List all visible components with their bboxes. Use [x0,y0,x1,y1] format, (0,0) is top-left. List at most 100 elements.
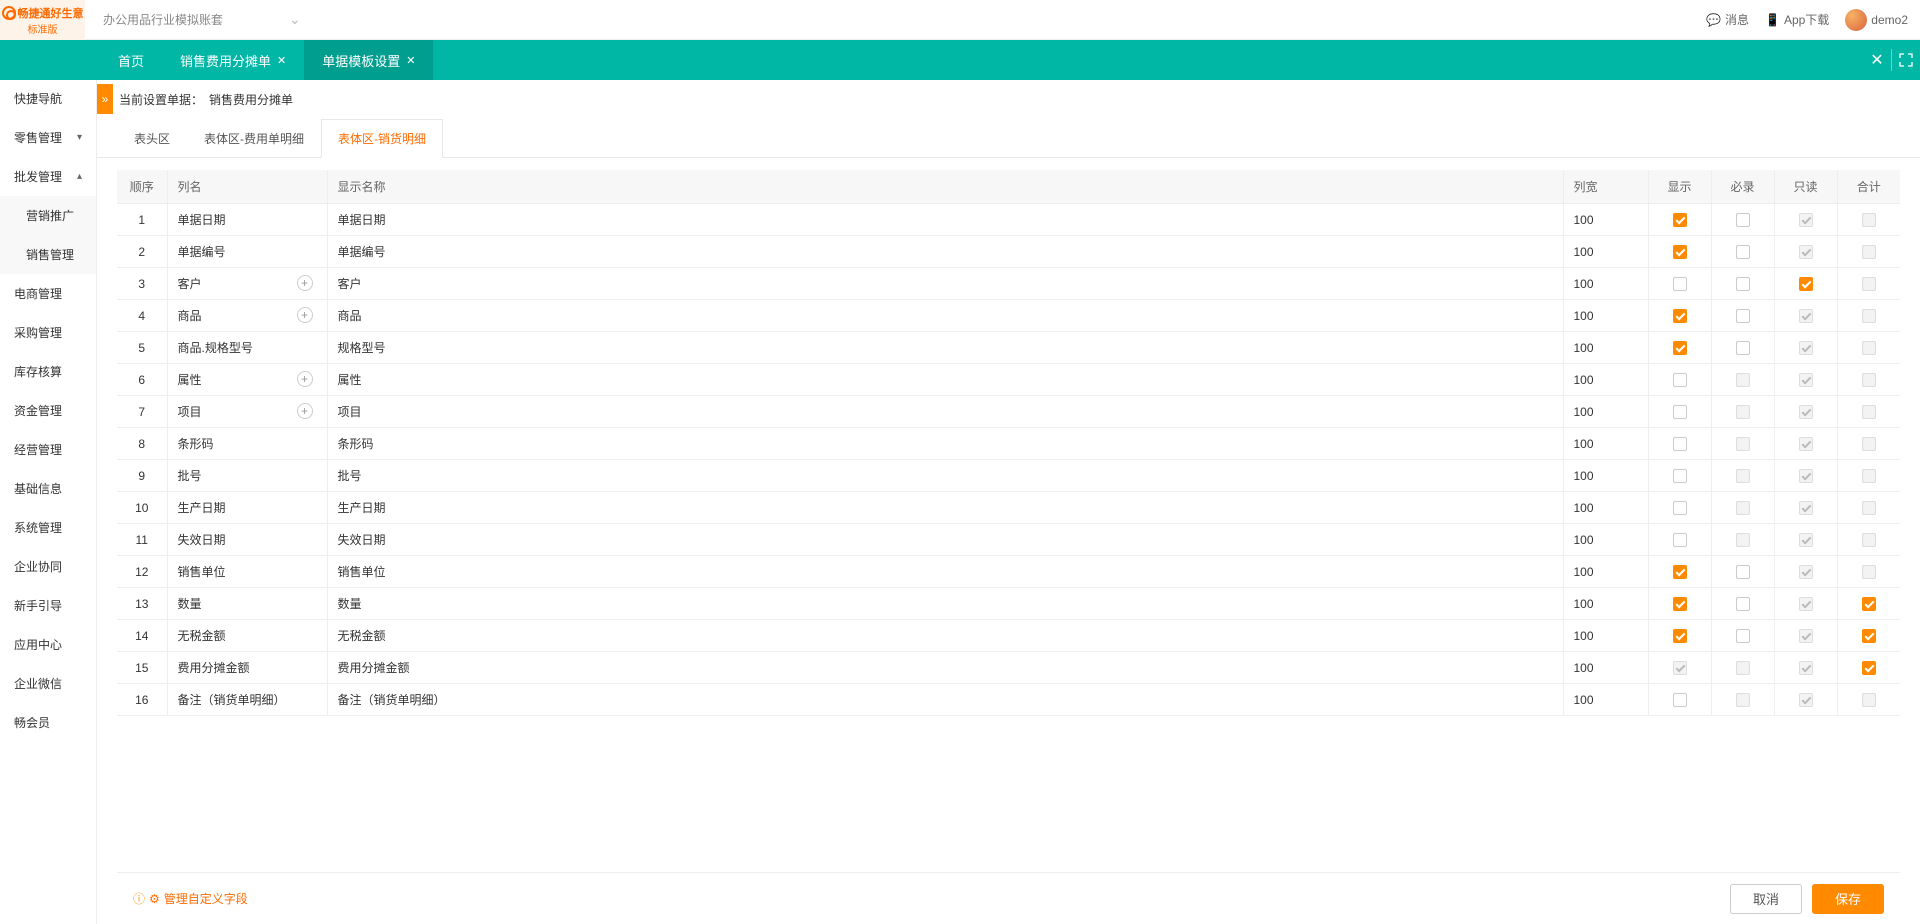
checkbox-show[interactable] [1673,373,1687,387]
cell-display-name[interactable]: 备注（销货单明细） [327,684,1563,716]
save-button[interactable]: 保存 [1812,884,1884,914]
checkbox-sum[interactable] [1862,629,1876,643]
sidebar-item-system[interactable]: 系统管理 [0,508,96,547]
cell-width[interactable]: 100 [1563,236,1648,268]
checkbox-sum[interactable] [1862,661,1876,675]
sidebar-item-operate[interactable]: 经营管理 [0,430,96,469]
checkbox-required[interactable] [1736,341,1750,355]
cell-display-name[interactable]: 属性 [327,364,1563,396]
checkbox-sum[interactable] [1862,597,1876,611]
sidebar-item-wxcorp[interactable]: 企业微信 [0,664,96,703]
messages-button[interactable]: 💬 消息 [1706,11,1749,28]
close-icon[interactable]: ✕ [406,54,415,67]
tab-sales-cost-allot[interactable]: 销售费用分摊单✕ [162,40,304,80]
cell-display-name[interactable]: 单据编号 [327,236,1563,268]
cell-display-name[interactable]: 单据日期 [327,204,1563,236]
sidebar-item-quicknav[interactable]: 快捷导航 [0,79,96,118]
cell-display-name[interactable]: 项目 [327,396,1563,428]
checkbox-required[interactable] [1736,213,1750,227]
checkbox-required[interactable] [1736,277,1750,291]
checkbox-required[interactable] [1736,309,1750,323]
checkbox-readonly[interactable] [1799,277,1813,291]
expand-icon[interactable]: + [297,307,313,323]
cell-display-name[interactable]: 无税金额 [327,620,1563,652]
subtab-sales-detail[interactable]: 表体区-销货明细 [321,119,443,158]
checkbox-required[interactable] [1736,629,1750,643]
sidebar-item-fund[interactable]: 资金管理 [0,391,96,430]
cell-col: 销售单位 [167,556,327,588]
collapse-toggle[interactable]: » [97,84,113,114]
cell-width[interactable]: 100 [1563,268,1648,300]
tab-home[interactable]: 首页 [100,40,162,80]
sidebar-item-corp[interactable]: 企业协同 [0,547,96,586]
checkbox-show[interactable] [1673,693,1687,707]
sidebar-item-ecom[interactable]: 电商管理 [0,274,96,313]
checkbox-show[interactable] [1673,565,1687,579]
cell-width[interactable]: 100 [1563,364,1648,396]
checkbox-show[interactable] [1673,341,1687,355]
sidebar-subitem-sales[interactable]: 销售管理 [0,235,96,274]
subtab-header-area[interactable]: 表头区 [117,119,187,158]
fullscreen-button[interactable] [1892,40,1920,80]
cell-display-name[interactable]: 失效日期 [327,524,1563,556]
cell-width[interactable]: 100 [1563,556,1648,588]
checkbox-show[interactable] [1673,469,1687,483]
cell-width[interactable]: 100 [1563,460,1648,492]
checkbox-show[interactable] [1673,309,1687,323]
cell-width[interactable]: 100 [1563,492,1648,524]
sidebar-subitem-marketing[interactable]: 营销推广 [0,196,96,235]
app-download-button[interactable]: 📱 App下载 [1765,11,1829,28]
checkbox-required[interactable] [1736,245,1750,259]
sidebar-item-purchase[interactable]: 采购管理 [0,313,96,352]
cell-width[interactable]: 100 [1563,524,1648,556]
checkbox-show[interactable] [1673,533,1687,547]
tab-template-settings[interactable]: 单据模板设置✕ [304,40,433,80]
close-all-tabs-button[interactable]: ✕ [1863,40,1891,80]
cell-width[interactable]: 100 [1563,300,1648,332]
checkbox-required[interactable] [1736,597,1750,611]
cancel-button[interactable]: 取消 [1730,884,1802,914]
checkbox-required[interactable] [1736,565,1750,579]
cell-width[interactable]: 100 [1563,684,1648,716]
expand-icon[interactable]: + [297,371,313,387]
sidebar-item-wholesale[interactable]: 批发管理▴ [0,157,96,196]
account-set-selector[interactable]: 办公用品行业模拟账套 ⌄ [103,11,301,28]
checkbox-show[interactable] [1673,597,1687,611]
cell-width[interactable]: 100 [1563,652,1648,684]
cell-width[interactable]: 100 [1563,428,1648,460]
cell-width[interactable]: 100 [1563,620,1648,652]
sidebar-item-stock[interactable]: 库存核算 [0,352,96,391]
sidebar-item-retail[interactable]: 零售管理▾ [0,118,96,157]
cell-display-name[interactable]: 销售单位 [327,556,1563,588]
subtab-fee-detail[interactable]: 表体区-费用单明细 [187,119,321,158]
sidebar-item-member[interactable]: 畅会员 [0,703,96,742]
manage-custom-fields-link[interactable]: ⓘ ⚙ 管理自定义字段 [133,890,248,907]
checkbox-show[interactable] [1673,277,1687,291]
user-menu[interactable]: demo2 [1845,9,1908,31]
cell-display-name[interactable]: 条形码 [327,428,1563,460]
checkbox-show[interactable] [1673,213,1687,227]
sidebar-item-guide[interactable]: 新手引导 [0,586,96,625]
checkbox-show[interactable] [1673,629,1687,643]
cell-display-name[interactable]: 批号 [327,460,1563,492]
checkbox-show[interactable] [1673,245,1687,259]
cell-width[interactable]: 100 [1563,396,1648,428]
cell-display-name[interactable]: 客户 [327,268,1563,300]
cell-display-name[interactable]: 商品 [327,300,1563,332]
cell-display-name[interactable]: 费用分摊金额 [327,652,1563,684]
cell-width[interactable]: 100 [1563,588,1648,620]
cell-display-name[interactable]: 数量 [327,588,1563,620]
checkbox-show[interactable] [1673,501,1687,515]
close-icon[interactable]: ✕ [277,54,286,67]
cell-width[interactable]: 100 [1563,204,1648,236]
cell-display-name[interactable]: 生产日期 [327,492,1563,524]
checkbox-show[interactable] [1673,437,1687,451]
expand-icon[interactable]: + [297,403,313,419]
cell-display-name[interactable]: 规格型号 [327,332,1563,364]
expand-icon[interactable]: + [297,275,313,291]
sidebar-item-base[interactable]: 基础信息 [0,469,96,508]
cell-width[interactable]: 100 [1563,332,1648,364]
checkbox-readonly [1799,405,1813,419]
sidebar-item-appcenter[interactable]: 应用中心 [0,625,96,664]
checkbox-show[interactable] [1673,405,1687,419]
